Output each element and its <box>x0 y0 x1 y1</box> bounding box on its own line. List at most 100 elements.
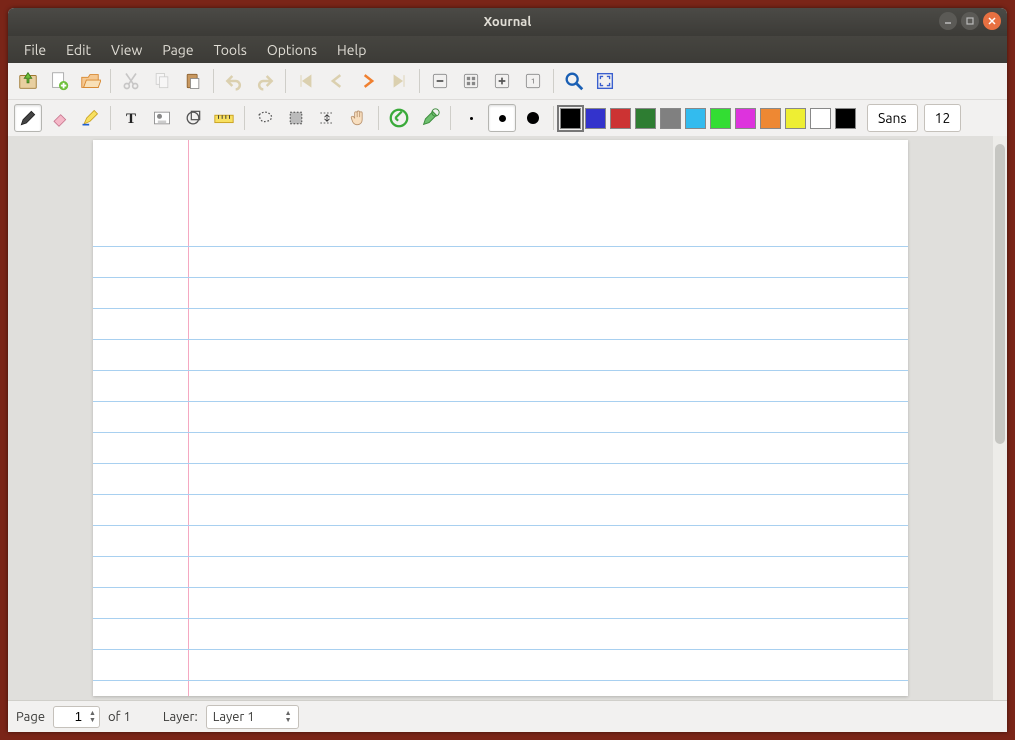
page-width-button[interactable] <box>457 67 485 95</box>
paper[interactable] <box>93 140 908 696</box>
dot-icon <box>499 115 506 122</box>
ruler-tool[interactable] <box>210 104 238 132</box>
font-group: Sans 12 <box>867 104 961 132</box>
rule-line <box>93 494 908 495</box>
default-pen-button[interactable] <box>385 104 413 132</box>
shape-recognizer-tool[interactable] <box>179 104 207 132</box>
color-magenta[interactable] <box>735 108 756 129</box>
set-zoom-button[interactable]: 1 <box>519 67 547 95</box>
cut-button <box>117 67 145 95</box>
dot-icon <box>527 112 539 124</box>
combo-arrows-icon: ▲▼ <box>285 710 292 724</box>
rule-line <box>93 525 908 526</box>
color-gray[interactable] <box>660 108 681 129</box>
pen-tool[interactable] <box>14 104 42 132</box>
menu-help[interactable]: Help <box>327 38 376 62</box>
thick-thickness[interactable] <box>519 104 547 132</box>
title-bar: Xournal <box>8 8 1007 36</box>
undo-button <box>220 67 248 95</box>
status-bar: Page ▲▼ of 1 Layer: Layer 1 ▲▼ <box>8 700 1007 732</box>
new-button[interactable] <box>45 67 73 95</box>
page-input[interactable] <box>54 709 86 724</box>
color-orange[interactable] <box>760 108 781 129</box>
color-red[interactable] <box>610 108 631 129</box>
color-green[interactable] <box>635 108 656 129</box>
prev-page-button <box>323 67 351 95</box>
vertical-space-tool[interactable] <box>313 104 341 132</box>
copy-pen-button[interactable] <box>416 104 444 132</box>
first-page-button <box>292 67 320 95</box>
rule-line <box>93 556 908 557</box>
color-black2[interactable] <box>835 108 856 129</box>
window-controls <box>939 12 1001 30</box>
font-name-button[interactable]: Sans <box>867 104 918 132</box>
select-lasso-tool[interactable] <box>251 104 279 132</box>
canvas-area <box>8 136 1007 700</box>
open-button[interactable] <box>76 67 104 95</box>
rule-line <box>93 618 908 619</box>
maximize-button[interactable] <box>961 12 979 30</box>
magnifier-button[interactable] <box>560 67 588 95</box>
menu-view[interactable]: View <box>101 38 152 62</box>
rule-line <box>93 308 908 309</box>
menu-tools[interactable]: Tools <box>204 38 257 62</box>
color-yellow[interactable] <box>785 108 806 129</box>
eraser-tool[interactable] <box>45 104 73 132</box>
vertical-scrollbar[interactable] <box>993 136 1007 700</box>
spinner-arrows-icon[interactable]: ▲▼ <box>86 710 99 724</box>
color-palette <box>560 108 856 129</box>
select-rect-tool[interactable] <box>282 104 310 132</box>
font-size-button[interactable]: 12 <box>924 104 962 132</box>
main-toolbar: 1 <box>8 63 1007 99</box>
highlighter-tool[interactable] <box>76 104 104 132</box>
paper-wrap <box>8 136 993 700</box>
layer-combo[interactable]: Layer 1 ▲▼ <box>206 705 299 729</box>
svg-text:1: 1 <box>531 78 535 86</box>
layer-combo-value: Layer 1 <box>213 710 255 724</box>
color-lightgreen[interactable] <box>710 108 731 129</box>
layer-label: Layer: <box>163 710 198 724</box>
next-page-button[interactable] <box>354 67 382 95</box>
menu-file[interactable]: File <box>14 38 56 62</box>
rule-line <box>93 277 908 278</box>
rule-line <box>93 463 908 464</box>
fine-thickness[interactable] <box>457 104 485 132</box>
page-of-label: of 1 <box>108 710 131 724</box>
rule-line <box>93 680 908 681</box>
color-blue[interactable] <box>585 108 606 129</box>
medium-thickness[interactable] <box>488 104 516 132</box>
menu-options[interactable]: Options <box>257 38 327 62</box>
color-white[interactable] <box>810 108 831 129</box>
window-title: Xournal <box>8 15 1007 29</box>
zoom-out-button[interactable] <box>426 67 454 95</box>
app-window: Xournal File Edit View Page Tools Option… <box>8 8 1007 732</box>
last-page-button <box>385 67 413 95</box>
image-tool[interactable] <box>148 104 176 132</box>
rule-line <box>93 432 908 433</box>
margin-line <box>188 140 189 696</box>
rule-line <box>93 649 908 650</box>
hand-tool[interactable] <box>344 104 372 132</box>
close-button[interactable] <box>983 12 1001 30</box>
menu-bar: File Edit View Page Tools Options Help <box>8 36 1007 63</box>
redo-button <box>251 67 279 95</box>
rule-line <box>93 401 908 402</box>
menu-page[interactable]: Page <box>152 38 203 62</box>
rule-line <box>93 246 908 247</box>
scrollbar-thumb[interactable] <box>995 144 1005 444</box>
paste-button[interactable] <box>179 67 207 95</box>
svg-text:T: T <box>126 111 136 127</box>
menu-edit[interactable]: Edit <box>56 38 101 62</box>
copy-button <box>148 67 176 95</box>
rule-line <box>93 339 908 340</box>
save-button[interactable] <box>14 67 42 95</box>
color-lightblue[interactable] <box>685 108 706 129</box>
text-tool[interactable]: T <box>117 104 145 132</box>
color-black[interactable] <box>560 108 581 129</box>
page-label: Page <box>16 710 45 724</box>
fullscreen-button[interactable] <box>591 67 619 95</box>
zoom-in-button[interactable] <box>488 67 516 95</box>
minimize-button[interactable] <box>939 12 957 30</box>
page-spinner[interactable]: ▲▼ <box>53 706 100 728</box>
dot-icon <box>470 117 473 120</box>
